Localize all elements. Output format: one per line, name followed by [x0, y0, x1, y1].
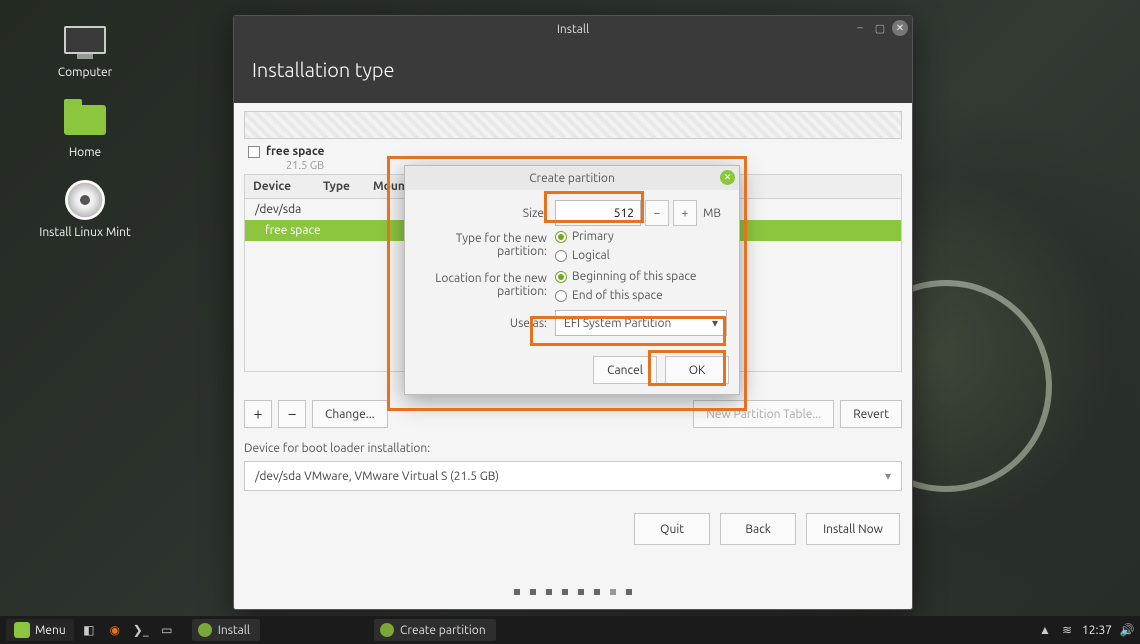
taskbar-clock[interactable]: 12:37 — [1082, 624, 1112, 637]
desktop-icon-label: Computer — [30, 66, 140, 79]
task-label: Create partition — [400, 624, 486, 637]
useas-select[interactable]: EFI System Partition ▾ — [555, 310, 727, 336]
desktop-icon-install[interactable]: Install Linux Mint — [30, 180, 140, 239]
cancel-button[interactable]: Cancel — [593, 356, 657, 384]
page-heading: Installation type — [234, 42, 912, 103]
taskbar-task-create-partition[interactable]: Create partition — [374, 619, 496, 641]
chevron-down-icon: ▾ — [712, 316, 718, 330]
taskbar-task-install[interactable]: Install — [192, 619, 260, 641]
col-device: Device — [245, 175, 315, 198]
window-titlebar[interactable]: Install – ▢ ✕ — [234, 16, 912, 42]
show-desktop-button[interactable]: ◧ — [78, 619, 100, 641]
size-decrement-button[interactable]: − — [645, 200, 669, 226]
taskbar: Menu ◧ ◉ ❯_ ▭ Install Create partition ▲… — [0, 616, 1140, 644]
useas-label: Use as: — [415, 317, 555, 330]
mint-logo-icon — [14, 622, 30, 638]
chevron-down-icon: ▾ — [885, 469, 891, 483]
radio-icon — [555, 250, 567, 262]
dialog-close-button[interactable]: ✕ — [720, 170, 735, 185]
files-launcher[interactable]: ▭ — [156, 619, 178, 641]
change-partition-button[interactable]: Change... — [312, 400, 388, 428]
terminal-launcher[interactable]: ❯_ — [130, 619, 152, 641]
window-close-button[interactable]: ✕ — [892, 20, 908, 36]
window-title: Install — [557, 23, 589, 36]
size-increment-button[interactable]: + — [673, 200, 697, 226]
type-label: Type for the new partition: — [415, 230, 555, 258]
radio-primary[interactable]: Primary — [555, 230, 614, 243]
radio-end[interactable]: End of this space — [555, 289, 697, 302]
radio-icon — [555, 290, 567, 302]
size-label: Size: — [415, 207, 555, 220]
desktop-icon-label: Install Linux Mint — [30, 226, 140, 239]
task-label: Install — [218, 624, 250, 637]
disk-usage-bar[interactable] — [244, 111, 902, 139]
volume-icon[interactable]: 🔊 — [1120, 623, 1134, 637]
user-icon[interactable]: ▲ — [1038, 623, 1052, 637]
bootloader-label: Device for boot loader installation: — [244, 442, 902, 455]
start-menu-button[interactable]: Menu — [6, 619, 74, 641]
size-unit: MB — [703, 207, 721, 220]
window-minimize-button[interactable]: – — [852, 20, 868, 36]
ok-button[interactable]: OK — [665, 356, 729, 384]
radio-logical[interactable]: Logical — [555, 249, 614, 262]
legend-swatch — [248, 146, 260, 158]
col-type: Type — [315, 175, 365, 198]
monitor-icon — [64, 26, 106, 54]
firefox-launcher[interactable]: ◉ — [104, 619, 126, 641]
new-partition-table-button[interactable]: New Partition Table... — [693, 400, 834, 428]
bootloader-value: /dev/sda VMware, VMware Virtual S (21.5 … — [255, 470, 499, 483]
disc-icon — [65, 180, 105, 220]
radio-beginning[interactable]: Beginning of this space — [555, 270, 697, 283]
location-label: Location for the new partition: — [415, 270, 555, 298]
size-input[interactable] — [555, 200, 641, 226]
app-icon — [198, 623, 212, 637]
menu-label: Menu — [35, 624, 66, 637]
dialog-title: Create partition — [529, 172, 615, 185]
radio-icon — [555, 231, 567, 243]
app-icon — [380, 623, 394, 637]
add-partition-button[interactable]: + — [244, 400, 272, 428]
install-now-button[interactable]: Install Now — [806, 513, 900, 545]
desktop-icon-computer[interactable]: Computer — [30, 20, 140, 79]
folder-icon — [64, 105, 106, 135]
remove-partition-button[interactable]: − — [278, 400, 306, 428]
legend-name: free space — [266, 145, 324, 158]
bootloader-select[interactable]: /dev/sda VMware, VMware Virtual S (21.5 … — [244, 461, 902, 491]
revert-button[interactable]: Revert — [840, 400, 902, 428]
quit-button[interactable]: Quit — [634, 513, 710, 545]
dialog-titlebar[interactable]: Create partition ✕ — [405, 166, 739, 190]
radio-icon — [555, 271, 567, 283]
desktop-icon-home[interactable]: Home — [30, 100, 140, 159]
desktop-icon-label: Home — [30, 146, 140, 159]
back-button[interactable]: Back — [720, 513, 796, 545]
useas-value: EFI System Partition — [564, 317, 671, 330]
window-maximize-button[interactable]: ▢ — [872, 20, 888, 36]
create-partition-dialog: Create partition ✕ Size: − + MB Type for… — [404, 165, 740, 395]
legend-size: 21.5 GB — [286, 160, 324, 172]
progress-dots — [234, 565, 912, 609]
network-icon[interactable]: ≋ — [1060, 623, 1074, 637]
